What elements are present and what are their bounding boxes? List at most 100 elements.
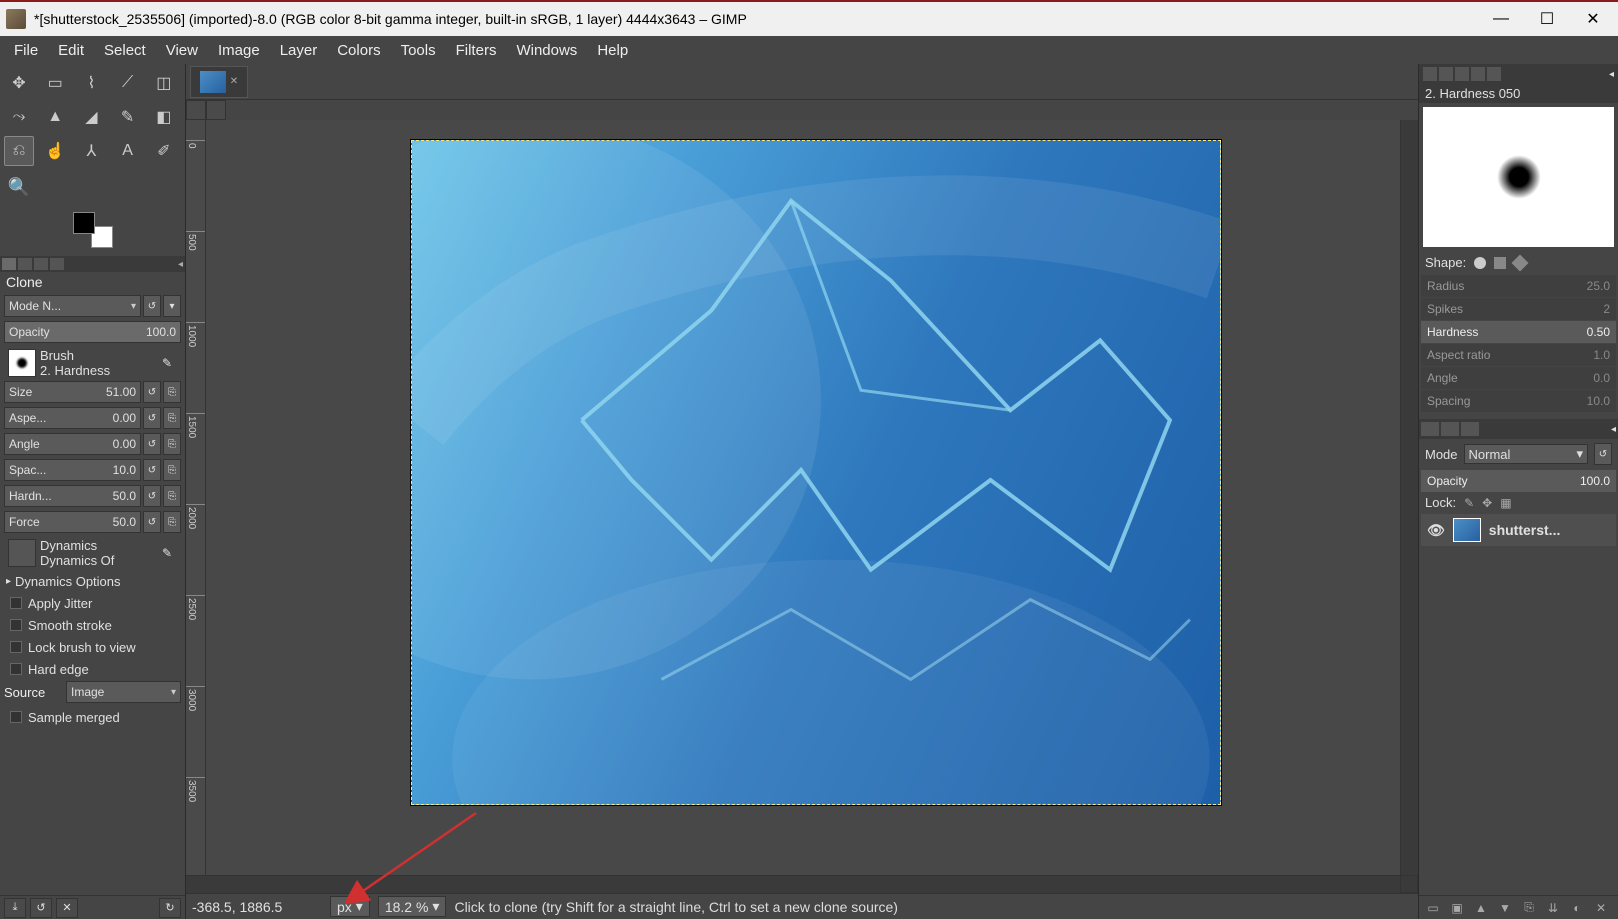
menu-windows[interactable]: Windows	[506, 38, 587, 63]
brush-radius-slider[interactable]: Radius25.0	[1421, 275, 1616, 297]
chevron-left-icon[interactable]: ◂	[1609, 69, 1614, 80]
spacing-slider[interactable]: Spac...10.0	[4, 459, 141, 481]
free-select-tool[interactable]: ⌇	[76, 68, 106, 98]
brush-angle-slider[interactable]: Angle0.0	[1421, 367, 1616, 389]
layer-name[interactable]: shutterst...	[1489, 522, 1561, 538]
aspect-link[interactable]: ⎘	[163, 407, 181, 429]
restore-preset-button[interactable]: ↺	[30, 898, 52, 918]
tab-undo-history[interactable]	[34, 258, 48, 270]
shape-square[interactable]	[1494, 257, 1506, 269]
size-link[interactable]: ⎘	[163, 381, 181, 403]
eraser-tool[interactable]: ◧	[149, 102, 179, 132]
tab-device-status[interactable]	[18, 258, 32, 270]
spacing-link[interactable]: ⎘	[163, 459, 181, 481]
ruler-vertical[interactable]: 0500100015002000250030003500	[186, 120, 206, 875]
rect-select-tool[interactable]: ▭	[40, 68, 70, 98]
chevron-left-icon[interactable]: ◂	[178, 259, 183, 270]
transform-tool[interactable]: ◫	[149, 68, 179, 98]
force-slider[interactable]: Force50.0	[4, 511, 141, 533]
shape-circle[interactable]	[1474, 257, 1486, 269]
brush-spacing-slider[interactable]: Spacing10.0	[1421, 390, 1616, 412]
lock-alpha-icon[interactable]: ▦	[1500, 496, 1511, 510]
menu-view[interactable]: View	[156, 38, 208, 63]
angle-slider[interactable]: Angle0.00	[4, 433, 141, 455]
merge-down-button[interactable]: ⇊	[1543, 899, 1563, 917]
layer-opacity-slider[interactable]: Opacity 100.0	[1421, 470, 1616, 492]
dynamics-edit-button[interactable]: ✎	[157, 543, 177, 563]
tool-options-tabs[interactable]: ◂	[0, 256, 185, 272]
vertical-scrollbar[interactable]	[1400, 120, 1418, 875]
new-group-button[interactable]: ▣	[1447, 899, 1467, 917]
aspect-slider[interactable]: Aspe...0.00	[4, 407, 141, 429]
menu-select[interactable]: Select	[94, 38, 156, 63]
brush-preview-icon[interactable]	[8, 349, 36, 377]
menu-tools[interactable]: Tools	[391, 38, 446, 63]
tab-history[interactable]	[1471, 67, 1485, 81]
path-tool[interactable]: ⅄	[76, 136, 106, 166]
mode-reset-button[interactable]: ↺	[143, 295, 161, 317]
dynamics-options-expand[interactable]: ▸Dynamics Options	[4, 570, 181, 592]
layer-row[interactable]: 👁 shutterst...	[1421, 514, 1616, 546]
layer-mode-reset[interactable]: ↺	[1594, 443, 1612, 465]
apply-jitter-check[interactable]: Apply Jitter	[4, 592, 181, 614]
warp-tool[interactable]: ⤳	[4, 102, 34, 132]
fg-color-swatch[interactable]	[73, 212, 95, 234]
layer-mode-combo[interactable]: Normal▾	[1464, 444, 1588, 464]
save-preset-button[interactable]: ⤓	[4, 898, 26, 918]
color-picker-tool[interactable]: ✐	[149, 136, 179, 166]
zoom-selector[interactable]: 18.2 % ▾	[378, 896, 447, 917]
canvas-image[interactable]	[411, 140, 1221, 805]
force-link[interactable]: ⎘	[163, 511, 181, 533]
lock-position-icon[interactable]: ✥	[1482, 496, 1492, 510]
close-tab-icon[interactable]: ✕	[230, 76, 238, 87]
maximize-button[interactable]: ☐	[1538, 10, 1556, 28]
hardness-reset[interactable]: ↺	[143, 485, 161, 507]
visibility-eye-icon[interactable]: 👁	[1427, 522, 1445, 539]
mask-button[interactable]: ◐	[1567, 899, 1587, 917]
brush-edit-button[interactable]: ✎	[157, 353, 177, 373]
smooth-stroke-check[interactable]: Smooth stroke	[4, 614, 181, 636]
raise-layer-button[interactable]: ▲	[1471, 899, 1491, 917]
sample-merged-check[interactable]: Sample merged	[4, 706, 181, 728]
text-tool[interactable]: A	[113, 136, 143, 166]
new-layer-button[interactable]: ▭	[1423, 899, 1443, 917]
color-swatches[interactable]	[73, 212, 113, 248]
nav-preview-button[interactable]	[1400, 875, 1418, 893]
shape-diamond[interactable]	[1512, 254, 1529, 271]
tab-brushes[interactable]	[1423, 67, 1437, 81]
pencil-tool[interactable]: ✎	[113, 102, 143, 132]
delete-layer-button[interactable]: ✕	[1591, 899, 1611, 917]
layers-list[interactable]: 👁 shutterst...	[1421, 514, 1616, 893]
tab-channels[interactable]	[1441, 422, 1459, 436]
tab-patterns[interactable]	[1439, 67, 1453, 81]
hardness-link[interactable]: ⎘	[163, 485, 181, 507]
bucket-fill-tool[interactable]: ▲	[40, 102, 70, 132]
spacing-reset[interactable]: ↺	[143, 459, 161, 481]
tab-brush-editor[interactable]	[1487, 67, 1501, 81]
horizontal-scrollbar[interactable]	[206, 875, 1400, 893]
lock-brush-check[interactable]: Lock brush to view	[4, 636, 181, 658]
clone-tool[interactable]: ⎌	[4, 136, 34, 166]
lock-pixels-icon[interactable]: ✎	[1464, 496, 1474, 510]
tab-layers[interactable]	[1421, 422, 1439, 436]
opacity-slider[interactable]: Opacity 100.0	[4, 321, 181, 343]
aspect-reset[interactable]: ↺	[143, 407, 161, 429]
source-combo[interactable]: Image	[66, 681, 181, 703]
minimize-button[interactable]: —	[1492, 10, 1510, 28]
canvas-viewport[interactable]	[206, 120, 1400, 875]
mode-menu-button[interactable]: ▾	[163, 295, 181, 317]
image-tab[interactable]: ✕	[190, 66, 248, 98]
smudge-tool[interactable]: ☝	[40, 136, 70, 166]
duplicate-layer-button[interactable]: ⎘	[1519, 899, 1539, 917]
tab-tool-options[interactable]	[2, 258, 16, 270]
brush-spikes-slider[interactable]: Spikes2	[1421, 298, 1616, 320]
brush-hardness-slider[interactable]: Hardness0.50	[1421, 321, 1616, 343]
menu-filters[interactable]: Filters	[446, 38, 507, 63]
brush-selector[interactable]: Brush 2. Hardness ✎	[4, 346, 181, 380]
size-slider[interactable]: Size51.00	[4, 381, 141, 403]
menu-edit[interactable]: Edit	[48, 38, 94, 63]
mode-combo[interactable]: Mode N...	[4, 295, 141, 317]
tab-images[interactable]	[50, 258, 64, 270]
dynamics-selector[interactable]: Dynamics Dynamics Of ✎	[4, 536, 181, 570]
gradient-tool[interactable]: ◢	[76, 102, 106, 132]
